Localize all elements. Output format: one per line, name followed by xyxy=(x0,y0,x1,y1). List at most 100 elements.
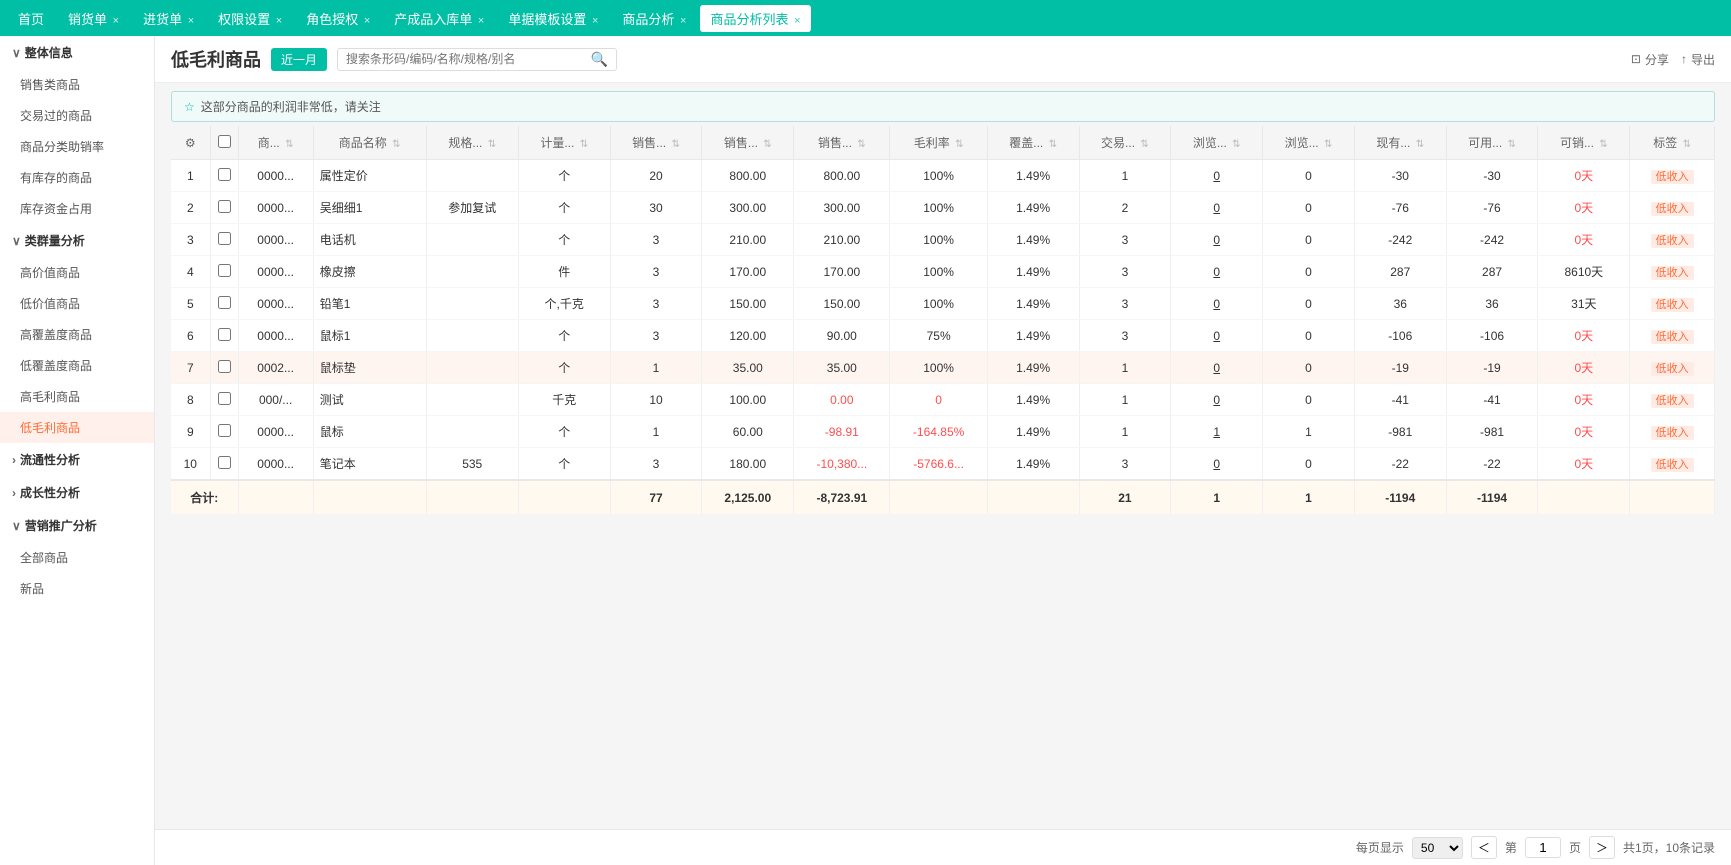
col-unit[interactable]: 计量... ⇅ xyxy=(518,126,610,160)
cell-view1[interactable]: 0 xyxy=(1171,192,1263,224)
nav-close-purchase[interactable]: × xyxy=(188,15,194,27)
cell-sales-profit: 90.00 xyxy=(794,320,890,352)
cell-checkbox[interactable] xyxy=(210,320,238,352)
row-checkbox[interactable] xyxy=(218,168,231,181)
col-available[interactable]: 可用... ⇅ xyxy=(1446,126,1538,160)
row-checkbox[interactable] xyxy=(218,296,231,309)
sidebar-item-low-margin[interactable]: 低毛利商品 xyxy=(0,412,154,443)
cell-checkbox[interactable] xyxy=(210,288,238,320)
sidebar-group-liquidity[interactable]: › 流通性分析 xyxy=(0,443,154,476)
row-checkbox[interactable] xyxy=(218,424,231,437)
cell-view1[interactable]: 0 xyxy=(1171,448,1263,481)
sidebar-item-low-coverage[interactable]: 低覆盖度商品 xyxy=(0,350,154,381)
sidebar-item-new-goods[interactable]: 新品 xyxy=(0,573,154,604)
col-name[interactable]: 商品名称 ⇅ xyxy=(313,126,426,160)
cell-view1[interactable]: 0 xyxy=(1171,320,1263,352)
cell-checkbox[interactable] xyxy=(210,384,238,416)
cell-num: 7 xyxy=(171,352,210,384)
sidebar-group-overall[interactable]: ∨ 整体信息 xyxy=(0,36,154,69)
cell-checkbox[interactable] xyxy=(210,256,238,288)
cell-current: -19 xyxy=(1354,352,1446,384)
nav-goods-analysis[interactable]: 商品分析 × xyxy=(612,5,696,32)
sidebar-item-high-value[interactable]: 高价值商品 xyxy=(0,257,154,288)
cell-coverage: 1.49% xyxy=(987,384,1079,416)
sidebar-item-all-goods[interactable]: 全部商品 xyxy=(0,542,154,573)
sidebar-item-sales-goods[interactable]: 销售类商品 xyxy=(0,69,154,100)
nav-close-product-stock[interactable]: × xyxy=(478,15,484,27)
col-sellable[interactable]: 可销... ⇅ xyxy=(1538,126,1630,160)
cell-view1[interactable]: 0 xyxy=(1171,160,1263,192)
cell-checkbox[interactable] xyxy=(210,352,238,384)
nav-purchase[interactable]: 进货单 × xyxy=(133,5,204,32)
cell-checkbox[interactable] xyxy=(210,192,238,224)
col-tag[interactable]: 标签 ⇅ xyxy=(1630,126,1715,160)
prev-page-button[interactable]: ＜ xyxy=(1471,836,1497,859)
col-settings[interactable]: ⚙ xyxy=(171,126,210,160)
nav-sales[interactable]: 销货单 × xyxy=(58,5,129,32)
nav-template[interactable]: 单据模板设置 × xyxy=(498,5,608,32)
col-trade[interactable]: 交易... ⇅ xyxy=(1079,126,1171,160)
col-sales-qty[interactable]: 销售... ⇅ xyxy=(610,126,702,160)
col-coverage[interactable]: 覆盖... ⇅ xyxy=(987,126,1079,160)
cell-checkbox[interactable] xyxy=(210,160,238,192)
sidebar-item-capital[interactable]: 库存资金占用 xyxy=(0,193,154,224)
nav-close-template[interactable]: × xyxy=(592,15,598,27)
col-view1[interactable]: 浏览... ⇅ xyxy=(1171,126,1263,160)
col-sales-profit[interactable]: 销售... ⇅ xyxy=(794,126,890,160)
nav-goods-analysis-list[interactable]: 商品分析列表 × xyxy=(700,5,810,32)
cell-code: 0000... xyxy=(238,160,313,192)
row-checkbox[interactable] xyxy=(218,360,231,373)
nav-close-goods-analysis[interactable]: × xyxy=(680,15,686,27)
row-checkbox[interactable] xyxy=(218,200,231,213)
col-view2[interactable]: 浏览... ⇅ xyxy=(1263,126,1355,160)
col-code[interactable]: 商... ⇅ xyxy=(238,126,313,160)
export-button[interactable]: ↑ 导出 xyxy=(1681,51,1715,68)
main-content: 低毛利商品 近一月 🔍 ⊡ 分享 ↑ 导出 ☆ 这部分商品的利润非常低，请关注 xyxy=(155,36,1731,865)
cell-view1[interactable]: 0 xyxy=(1171,256,1263,288)
sidebar-group-marketing[interactable]: ∨ 营销推广分析 xyxy=(0,509,154,542)
sidebar-item-high-margin[interactable]: 高毛利商品 xyxy=(0,381,154,412)
cell-checkbox[interactable] xyxy=(210,224,238,256)
filter-button[interactable]: 近一月 xyxy=(271,48,327,71)
select-all-checkbox[interactable] xyxy=(218,135,231,148)
sidebar-group-growth[interactable]: › 成长性分析 xyxy=(0,476,154,509)
next-page-button[interactable]: ＞ xyxy=(1589,836,1615,859)
nav-close-sales[interactable]: × xyxy=(113,15,119,27)
cell-view1[interactable]: 0 xyxy=(1171,384,1263,416)
col-current[interactable]: 现有... ⇅ xyxy=(1354,126,1446,160)
nav-close-role[interactable]: × xyxy=(364,15,370,27)
nav-home[interactable]: 首页 xyxy=(8,5,54,32)
search-input[interactable] xyxy=(346,52,591,66)
sidebar-item-traded-goods[interactable]: 交易过的商品 xyxy=(0,100,154,131)
nav-close-goods-analysis-list[interactable]: × xyxy=(794,15,800,27)
cell-checkbox[interactable] xyxy=(210,448,238,481)
col-gross-margin[interactable]: 毛利率 ⇅ xyxy=(890,126,987,160)
row-checkbox[interactable] xyxy=(218,232,231,245)
nav-permission[interactable]: 权限设置 × xyxy=(208,5,292,32)
share-button[interactable]: ⊡ 分享 xyxy=(1631,51,1669,68)
per-page-select[interactable]: 50 100 200 xyxy=(1412,837,1463,859)
row-checkbox[interactable] xyxy=(218,328,231,341)
sidebar-item-in-stock[interactable]: 有库存的商品 xyxy=(0,162,154,193)
col-checkbox[interactable] xyxy=(210,126,238,160)
nav-product-stock[interactable]: 产成品入库单 × xyxy=(384,5,494,32)
cell-view1[interactable]: 0 xyxy=(1171,224,1263,256)
cell-checkbox[interactable] xyxy=(210,416,238,448)
col-spec[interactable]: 规格... ⇅ xyxy=(426,126,518,160)
table-container[interactable]: ⚙ 商... ⇅ 商品名称 ⇅ 规格... ⇅ 计量... ⇅ 销售... ⇅ … xyxy=(155,126,1731,829)
row-checkbox[interactable] xyxy=(218,264,231,277)
row-checkbox[interactable] xyxy=(218,456,231,469)
nav-close-permission[interactable]: × xyxy=(276,15,282,27)
cell-view1[interactable]: 0 xyxy=(1171,288,1263,320)
sidebar-item-high-coverage[interactable]: 高覆盖度商品 xyxy=(0,319,154,350)
row-checkbox[interactable] xyxy=(218,392,231,405)
cell-view1[interactable]: 0 xyxy=(1171,352,1263,384)
sidebar-item-category-rate[interactable]: 商品分类助销率 xyxy=(0,131,154,162)
page-number-input[interactable] xyxy=(1525,837,1561,858)
col-sales-price[interactable]: 销售... ⇅ xyxy=(702,126,794,160)
cell-trade: 3 xyxy=(1079,256,1171,288)
cell-view1[interactable]: 1 xyxy=(1171,416,1263,448)
sidebar-item-low-value[interactable]: 低价值商品 xyxy=(0,288,154,319)
sidebar-group-cluster[interactable]: ∨ 类群量分析 xyxy=(0,224,154,257)
nav-role[interactable]: 角色授权 × xyxy=(296,5,380,32)
